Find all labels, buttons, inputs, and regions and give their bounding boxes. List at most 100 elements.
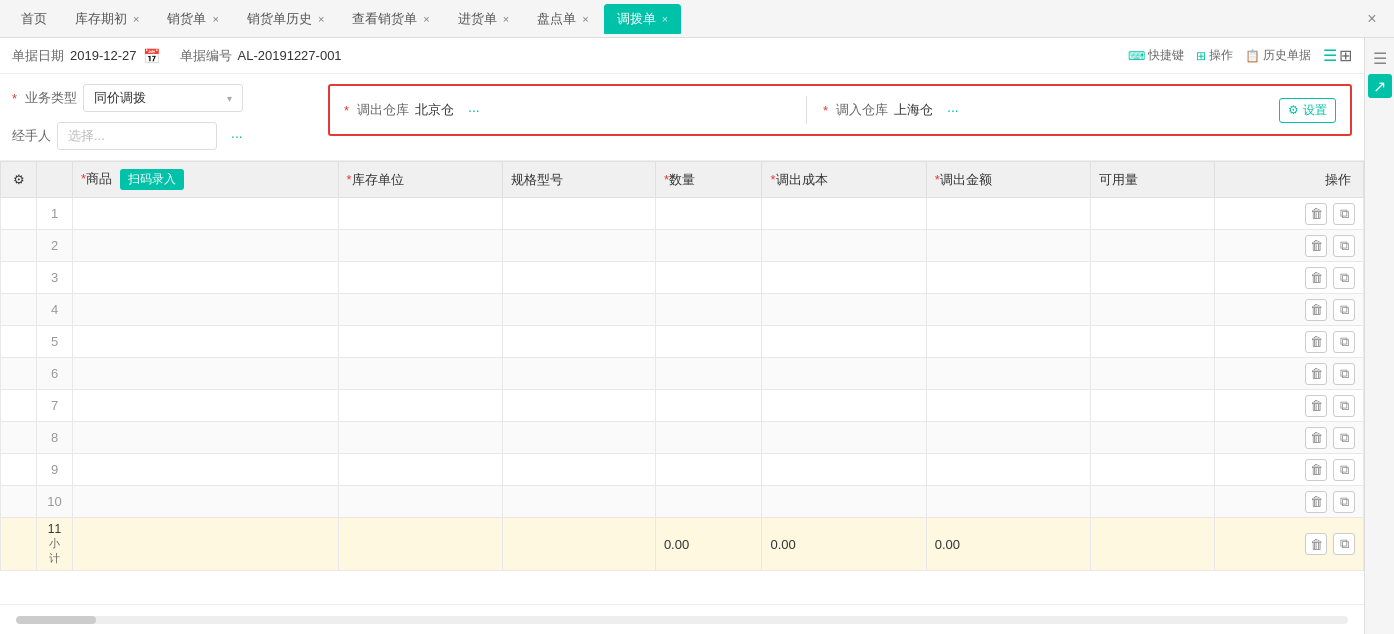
calendar-icon[interactable]: 📅 (143, 48, 160, 64)
sidebar-export-icon[interactable]: ↗ (1368, 74, 1392, 98)
tab-view-sales-close[interactable]: × (423, 13, 429, 25)
copy-icon[interactable]: ⧉ (1333, 533, 1355, 555)
copy-icon[interactable]: ⧉ (1333, 203, 1355, 225)
delete-icon[interactable]: 🗑 (1305, 491, 1327, 513)
window-close-button[interactable]: × (1358, 5, 1386, 33)
copy-icon[interactable]: ⧉ (1333, 395, 1355, 417)
tab-transfer-close[interactable]: × (662, 13, 668, 25)
chevron-down-icon: ▾ (227, 93, 232, 104)
history-btn[interactable]: 📋 历史单据 (1245, 47, 1311, 64)
date-value: 2019-12-27 (70, 48, 137, 63)
subtotal-available (1091, 518, 1215, 571)
tab-purchase[interactable]: 进货单 × (445, 4, 522, 34)
transfer-out-value: 北京仓 (415, 101, 454, 119)
tab-inventory-init-label: 库存期初 (75, 10, 127, 28)
delete-icon[interactable]: 🗑 (1305, 235, 1327, 257)
subtotal-amount: 0.00 (926, 518, 1090, 571)
main-content: 单据日期 2019-12-27 📅 单据编号 AL-20191227-001 ⌨… (0, 38, 1364, 634)
row-product[interactable] (73, 198, 339, 230)
row-cost (762, 198, 926, 230)
tab-inventory-init[interactable]: 库存期初 × (62, 4, 152, 34)
copy-icon[interactable]: ⧉ (1333, 427, 1355, 449)
tab-purchase-close[interactable]: × (503, 13, 509, 25)
row-available (1091, 198, 1215, 230)
tab-stocktake-close[interactable]: × (582, 13, 588, 25)
copy-icon[interactable]: ⧉ (1333, 363, 1355, 385)
tab-home-label: 首页 (21, 10, 47, 28)
table-settings-col[interactable]: ⚙ (1, 162, 37, 198)
row-product[interactable] (73, 326, 339, 358)
date-field-group: 单据日期 2019-12-27 📅 (12, 47, 160, 65)
row-product[interactable] (73, 294, 339, 326)
row-product[interactable] (73, 262, 339, 294)
col-action: 操作 (1215, 162, 1364, 198)
row-cost (762, 230, 926, 262)
layout-list-icon[interactable]: ☰ (1323, 46, 1337, 65)
number-field-group: 单据编号 AL-20191227-001 (180, 47, 342, 65)
row-settings (1, 454, 37, 486)
row-action: 🗑 ⧉ (1215, 390, 1364, 422)
tab-sales-order-close[interactable]: × (212, 13, 218, 25)
shortcuts-btn[interactable]: ⌨ 快捷键 (1128, 47, 1184, 64)
settings-button[interactable]: ⚙ 设置 (1279, 98, 1336, 123)
copy-icon[interactable]: ⧉ (1333, 299, 1355, 321)
row-action: 🗑 ⧉ (1215, 422, 1364, 454)
table-row: 2 🗑 ⧉ (1, 230, 1364, 262)
delete-icon[interactable]: 🗑 (1305, 203, 1327, 225)
tab-transfer-label: 调拨单 (617, 10, 656, 28)
transfer-in-more-btn[interactable]: ··· (947, 102, 959, 118)
subtotal-spec (502, 518, 655, 571)
bottom-scrollbar[interactable] (0, 604, 1364, 634)
copy-icon[interactable]: ⧉ (1333, 491, 1355, 513)
transfer-out-more-btn[interactable]: ··· (468, 102, 480, 118)
scroll-track[interactable] (16, 616, 1348, 624)
copy-icon[interactable]: ⧉ (1333, 235, 1355, 257)
row-qty (655, 198, 762, 230)
row-product[interactable] (73, 454, 339, 486)
tab-inventory-init-close[interactable]: × (133, 13, 139, 25)
row-qty (655, 358, 762, 390)
tab-sales-order-label: 销货单 (167, 10, 206, 28)
handler-more-btn[interactable]: ··· (231, 128, 243, 144)
copy-icon[interactable]: ⧉ (1333, 331, 1355, 353)
tab-stocktake[interactable]: 盘点单 × (524, 4, 601, 34)
tab-transfer[interactable]: 调拨单 × (604, 4, 681, 34)
handler-dropdown[interactable]: 选择... (57, 122, 217, 150)
layout-grid-icon[interactable]: ⊞ (1339, 46, 1352, 65)
row-product[interactable] (73, 230, 339, 262)
number-value: AL-20191227-001 (238, 48, 342, 63)
delete-icon[interactable]: 🗑 (1305, 395, 1327, 417)
delete-icon[interactable]: 🗑 (1305, 533, 1327, 555)
delete-icon[interactable]: 🗑 (1305, 459, 1327, 481)
row-product[interactable] (73, 486, 339, 518)
delete-icon[interactable]: 🗑 (1305, 363, 1327, 385)
row-product[interactable] (73, 358, 339, 390)
delete-icon[interactable]: 🗑 (1305, 267, 1327, 289)
row-settings (1, 486, 37, 518)
tab-home[interactable]: 首页 (8, 4, 60, 34)
delete-icon[interactable]: 🗑 (1305, 299, 1327, 321)
copy-icon[interactable]: ⧉ (1333, 459, 1355, 481)
copy-icon[interactable]: ⧉ (1333, 267, 1355, 289)
shortcuts-label: 快捷键 (1148, 47, 1184, 64)
table-row: 10 🗑 ⧉ (1, 486, 1364, 518)
sidebar-list-icon[interactable]: ☰ (1368, 46, 1392, 70)
row-product[interactable] (73, 422, 339, 454)
operations-btn[interactable]: ⊞ 操作 (1196, 47, 1233, 64)
row-number: 1 (37, 198, 73, 230)
row-action: 🗑 ⧉ (1215, 198, 1364, 230)
tab-view-sales[interactable]: 查看销货单 × (339, 4, 442, 34)
delete-icon[interactable]: 🗑 (1305, 427, 1327, 449)
tab-sales-history[interactable]: 销货单历史 × (234, 4, 337, 34)
scan-btn[interactable]: 扫码录入 (120, 169, 184, 190)
row-cost (762, 262, 926, 294)
row-amount (926, 422, 1090, 454)
handler-label: 经手人 (12, 127, 51, 145)
tab-sales-order[interactable]: 销货单 × (154, 4, 231, 34)
row-available (1091, 326, 1215, 358)
col-product: *商品 扫码录入 (73, 162, 339, 198)
row-product[interactable] (73, 390, 339, 422)
delete-icon[interactable]: 🗑 (1305, 331, 1327, 353)
tab-sales-history-close[interactable]: × (318, 13, 324, 25)
business-type-dropdown[interactable]: 同价调拨 ▾ (83, 84, 243, 112)
